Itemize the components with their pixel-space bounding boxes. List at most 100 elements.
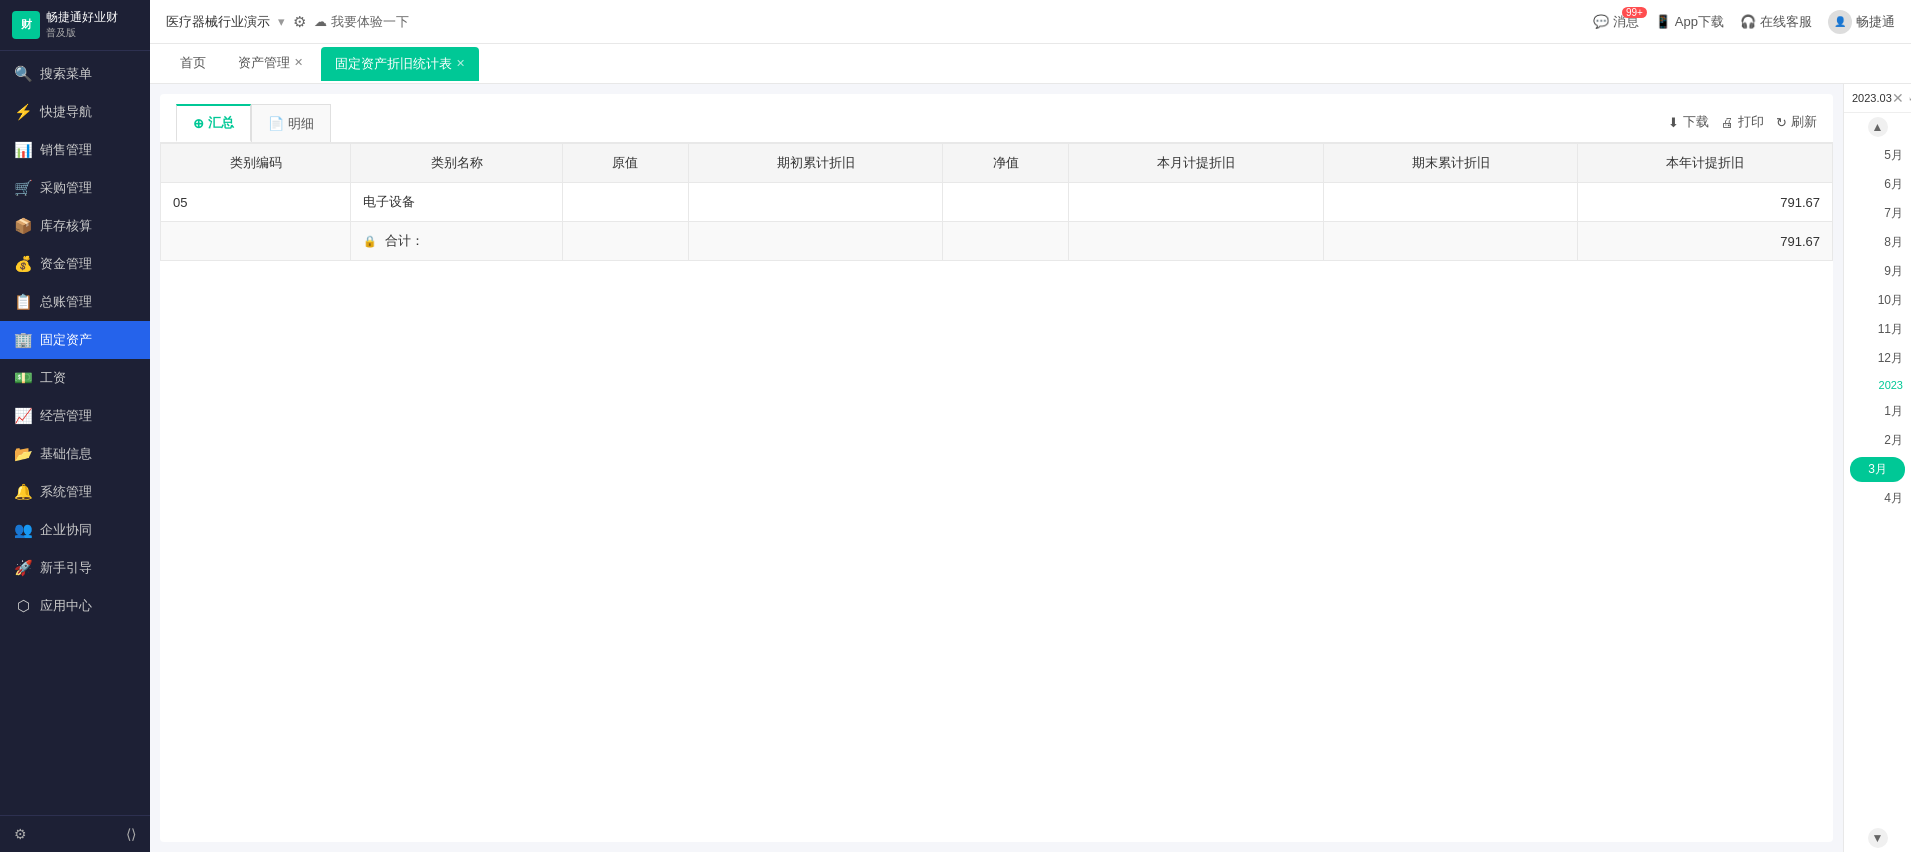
row-code: 05 bbox=[161, 183, 351, 222]
col-original: 原值 bbox=[562, 144, 688, 183]
online-service-button[interactable]: 🎧 在线客服 bbox=[1740, 13, 1812, 31]
row-initial-depreciation bbox=[688, 183, 943, 222]
sidebar-item-purchase[interactable]: 🛒 采购管理 bbox=[0, 169, 150, 207]
sidebar-item-operations[interactable]: 📈 经营管理 bbox=[0, 397, 150, 435]
sidebar-item-icon-ledger: 📋 bbox=[14, 293, 32, 311]
sidebar-item-label-quick-nav: 快捷导航 bbox=[40, 103, 92, 121]
date-month-2[interactable]: 2月 bbox=[1844, 426, 1911, 455]
subtabs: ⊕ 汇总 📄 明细 ⬇ 下载 🖨 打印 bbox=[160, 94, 1833, 143]
app-download-button[interactable]: 📱 App下载 bbox=[1655, 13, 1724, 31]
sidebar-item-icon-collab: 👥 bbox=[14, 521, 32, 539]
date-nav-up[interactable]: ▲ bbox=[1868, 117, 1888, 137]
date-month-7[interactable]: 7月 bbox=[1844, 199, 1911, 228]
total-label-text: 合计： bbox=[385, 233, 424, 248]
total-year-depreciation: 791.67 bbox=[1578, 222, 1833, 261]
message-button[interactable]: 💬 消息 99+ bbox=[1593, 13, 1639, 31]
sidebar-item-system[interactable]: 🔔 系统管理 bbox=[0, 473, 150, 511]
sidebar-item-search[interactable]: 🔍 搜索菜单 bbox=[0, 55, 150, 93]
sidebar-item-icon-quick-nav: ⚡ bbox=[14, 103, 32, 121]
download-icon: ⬇ bbox=[1668, 115, 1679, 130]
date-month-1[interactable]: 1月 bbox=[1844, 397, 1911, 426]
subtab-detail[interactable]: 📄 明细 bbox=[251, 104, 331, 142]
date-month-12[interactable]: 12月 bbox=[1844, 344, 1911, 373]
table-header-row: 类别编码 类别名称 原值 期初累计折旧 净值 本月计提折旧 期末累计折旧 本年计… bbox=[161, 144, 1833, 183]
date-panel: 2023.03 ✕ ⤢ ▲ 5月 6月 7月 8月 9月 10月 11月 12月… bbox=[1843, 84, 1911, 852]
total-empty bbox=[161, 222, 351, 261]
sidebar-item-app-center[interactable]: ⬡ 应用中心 bbox=[0, 587, 150, 625]
sidebar-item-icon-operations: 📈 bbox=[14, 407, 32, 425]
sidebar-item-ledger[interactable]: 📋 总账管理 bbox=[0, 283, 150, 321]
sidebar-item-icon-inventory: 📦 bbox=[14, 217, 32, 235]
refresh-icon: ↻ bbox=[1776, 115, 1787, 130]
date-month-5[interactable]: 5月 bbox=[1844, 141, 1911, 170]
date-nav-down[interactable]: ▼ bbox=[1868, 828, 1888, 848]
collapse-icon[interactable]: ⟨⟩ bbox=[126, 826, 136, 842]
date-year-2023: 2023 bbox=[1844, 373, 1911, 397]
main-panel: ⊕ 汇总 📄 明细 ⬇ 下载 🖨 打印 bbox=[160, 94, 1833, 842]
row-original bbox=[562, 183, 688, 222]
message-icon: 💬 bbox=[1593, 14, 1609, 29]
tab-asset-management-close-icon[interactable]: ✕ bbox=[294, 56, 303, 69]
content-area: ⊕ 汇总 📄 明细 ⬇ 下载 🖨 打印 bbox=[150, 84, 1911, 852]
sidebar-item-label-sales: 销售管理 bbox=[40, 141, 92, 159]
tab-home[interactable]: 首页 bbox=[166, 46, 220, 82]
tab-fixed-asset-depreciation-close-icon[interactable]: ✕ bbox=[456, 57, 465, 70]
company-dropdown-icon[interactable]: ▾ bbox=[278, 14, 285, 29]
date-panel-close-icon[interactable]: ✕ bbox=[1892, 90, 1904, 106]
subtab-summary[interactable]: ⊕ 汇总 bbox=[176, 104, 251, 142]
row-year-depreciation: 791.67 bbox=[1578, 183, 1833, 222]
refresh-button[interactable]: ↻ 刷新 bbox=[1776, 113, 1817, 131]
sidebar-item-label-ledger: 总账管理 bbox=[40, 293, 92, 311]
sidebar-item-collab[interactable]: 👥 企业协同 bbox=[0, 511, 150, 549]
sidebar-item-label-purchase: 采购管理 bbox=[40, 179, 92, 197]
sidebar-item-quick-nav[interactable]: ⚡ 快捷导航 bbox=[0, 93, 150, 131]
tab-fixed-asset-depreciation[interactable]: 固定资产折旧统计表 ✕ bbox=[321, 47, 479, 81]
download-button[interactable]: ⬇ 下载 bbox=[1668, 113, 1709, 131]
date-panel-year-label: 2023.03 bbox=[1852, 92, 1892, 104]
company-name: 医疗器械行业演示 bbox=[166, 13, 270, 31]
sidebar-item-icon-basic-info: 📂 bbox=[14, 445, 32, 463]
col-name: 类别名称 bbox=[351, 144, 563, 183]
row-month-depreciation bbox=[1069, 183, 1324, 222]
sidebar-item-fixed-asset[interactable]: 🏢 固定资产 bbox=[0, 321, 150, 359]
col-initial-depreciation: 期初累计折旧 bbox=[688, 144, 943, 183]
subtabs-left: ⊕ 汇总 📄 明细 bbox=[176, 104, 331, 142]
refresh-label: 刷新 bbox=[1791, 113, 1817, 131]
user-avatar: 👤 bbox=[1828, 10, 1852, 34]
sidebar-item-inventory[interactable]: 📦 库存核算 bbox=[0, 207, 150, 245]
sidebar-item-label-operations: 经营管理 bbox=[40, 407, 92, 425]
topbar: 医疗器械行业演示 ▾ ⚙ ☁ 我要体验一下 💬 消息 99+ 📱 App下载 🎧… bbox=[150, 0, 1911, 44]
tab-asset-management[interactable]: 资产管理 ✕ bbox=[224, 46, 317, 82]
sidebar-item-payroll[interactable]: 💵 工资 bbox=[0, 359, 150, 397]
sidebar-item-basic-info[interactable]: 📂 基础信息 bbox=[0, 435, 150, 473]
date-month-6[interactable]: 6月 bbox=[1844, 170, 1911, 199]
date-month-8[interactable]: 8月 bbox=[1844, 228, 1911, 257]
date-month-9[interactable]: 9月 bbox=[1844, 257, 1911, 286]
date-month-11[interactable]: 11月 bbox=[1844, 315, 1911, 344]
message-badge: 99+ bbox=[1622, 7, 1647, 18]
subtab-detail-icon: 📄 bbox=[268, 116, 284, 131]
settings-icon[interactable]: ⚙ bbox=[14, 826, 27, 842]
sidebar-item-label-search: 搜索菜单 bbox=[40, 65, 92, 83]
sidebar-item-sales[interactable]: 📊 销售管理 bbox=[0, 131, 150, 169]
sidebar-item-icon-system: 🔔 bbox=[14, 483, 32, 501]
experience-button[interactable]: ☁ 我要体验一下 bbox=[314, 13, 409, 31]
sidebar-item-icon-guide: 🚀 bbox=[14, 559, 32, 577]
col-code: 类别编码 bbox=[161, 144, 351, 183]
online-service-icon: 🎧 bbox=[1740, 14, 1756, 29]
date-month-4[interactable]: 4月 bbox=[1844, 484, 1911, 513]
sidebar-item-guide[interactable]: 🚀 新手引导 bbox=[0, 549, 150, 587]
logo-icon: 财 bbox=[12, 11, 40, 39]
download-label: 下载 bbox=[1683, 113, 1709, 131]
total-month-depreciation bbox=[1069, 222, 1324, 261]
date-month-3-selected[interactable]: 3月 bbox=[1850, 457, 1905, 482]
print-button[interactable]: 🖨 打印 bbox=[1721, 113, 1764, 131]
row-name: 电子设备 bbox=[351, 183, 563, 222]
topbar-settings-icon[interactable]: ⚙ bbox=[293, 13, 306, 31]
total-label: 🔒 合计： bbox=[351, 222, 563, 261]
subtab-detail-label: 明细 bbox=[288, 115, 314, 133]
sidebar-item-finance[interactable]: 💰 资金管理 bbox=[0, 245, 150, 283]
date-month-10[interactable]: 10月 bbox=[1844, 286, 1911, 315]
tab-fixed-asset-depreciation-label: 固定资产折旧统计表 bbox=[335, 55, 452, 73]
sidebar-item-label-basic-info: 基础信息 bbox=[40, 445, 92, 463]
